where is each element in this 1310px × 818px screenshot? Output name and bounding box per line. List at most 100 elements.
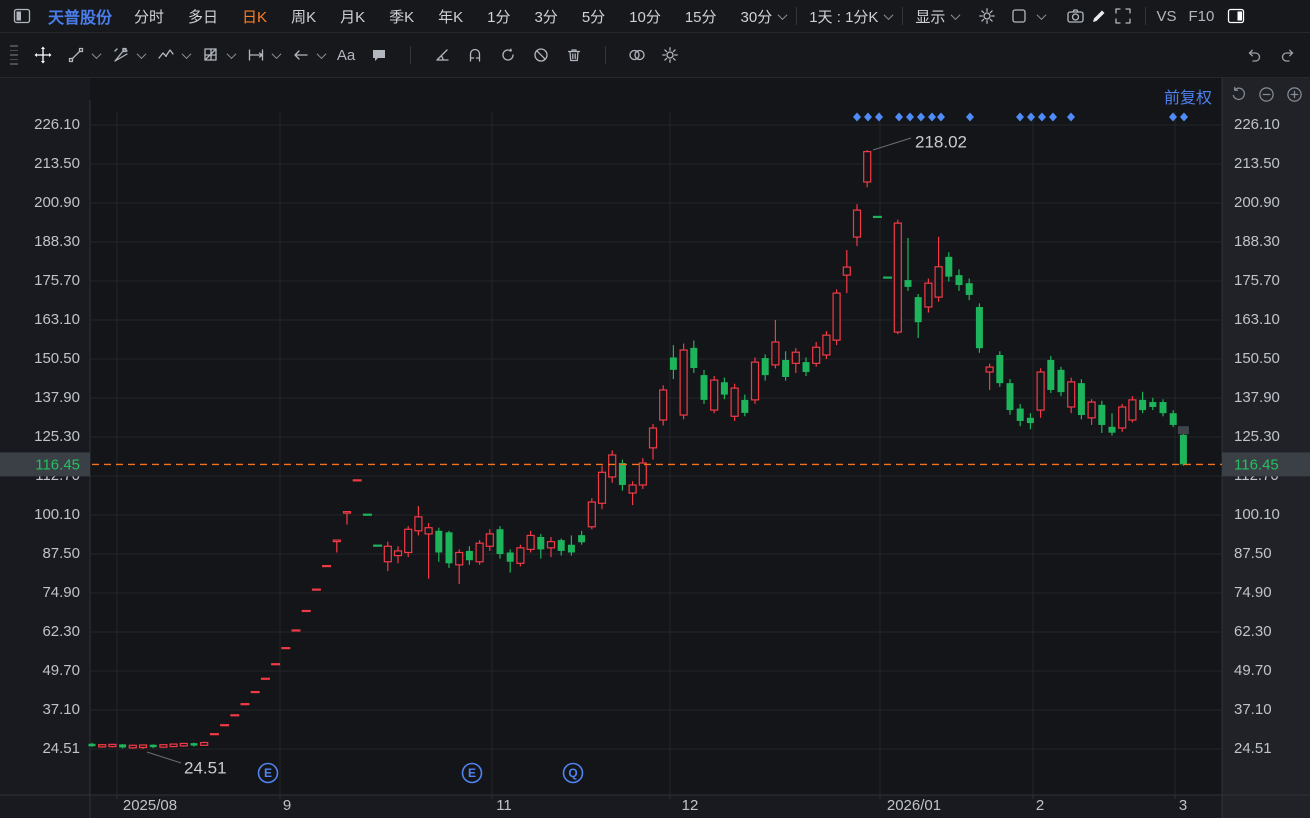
svg-text:163.10: 163.10 xyxy=(34,311,80,328)
measure-tool[interactable] xyxy=(244,43,282,67)
svg-text:E: E xyxy=(264,766,272,780)
svg-text:213.50: 213.50 xyxy=(1234,155,1280,172)
divider xyxy=(605,46,606,64)
settings-gear-icon[interactable] xyxy=(975,4,999,28)
svg-text:74.90: 74.90 xyxy=(42,584,80,601)
replay-cycle-icon[interactable] xyxy=(496,43,520,67)
svg-text:24.51: 24.51 xyxy=(42,740,80,757)
pitchfork-icon xyxy=(109,43,133,67)
svg-text:100.10: 100.10 xyxy=(34,506,80,523)
tab-年K[interactable]: 年K xyxy=(438,6,463,27)
svg-text:226.10: 226.10 xyxy=(1234,116,1280,133)
magnet-tool-icon[interactable] xyxy=(463,43,487,67)
wave-tool[interactable] xyxy=(154,43,192,67)
elliott-wave-icon xyxy=(154,43,178,67)
fullscreen-expand-icon[interactable] xyxy=(1111,4,1135,28)
comment-bubble-icon[interactable] xyxy=(367,43,391,67)
zoom-out-icon[interactable] xyxy=(1256,84,1276,104)
svg-text:2025/08: 2025/08 xyxy=(123,797,177,814)
tab-季K[interactable]: 季K xyxy=(389,6,414,27)
arrow-left-icon xyxy=(289,43,313,67)
svg-text:100.10: 100.10 xyxy=(1234,506,1280,523)
tab-30分[interactable]: 30分 xyxy=(741,6,788,27)
svg-text:200.90: 200.90 xyxy=(34,194,80,211)
zoom-in-icon[interactable] xyxy=(1284,84,1304,104)
latest-candle-marker xyxy=(1177,426,1189,435)
tab-1分[interactable]: 1分 xyxy=(487,6,510,27)
period-tabs: 分时 多日 日K 周K 月K 季K 年K 1分 3分 5分 10分 15分 30分 xyxy=(134,6,788,27)
tab-3分[interactable]: 3分 xyxy=(534,6,557,27)
trend-line-icon xyxy=(64,43,88,67)
gann-box-icon xyxy=(199,43,223,67)
svg-text:2026/01: 2026/01 xyxy=(887,797,941,814)
f10-info-button[interactable]: F10 xyxy=(1188,8,1214,25)
reset-zoom-icon[interactable] xyxy=(1228,84,1248,104)
layout-square-icon xyxy=(1007,4,1031,28)
screenshot-camera-icon[interactable] xyxy=(1063,4,1087,28)
adjust-mode-toggle[interactable]: 前复权 xyxy=(1164,84,1212,108)
trend-line-tool[interactable] xyxy=(64,43,102,67)
vs-compare-button[interactable]: VS xyxy=(1156,8,1176,25)
svg-text:163.10: 163.10 xyxy=(1234,311,1280,328)
zoom-controls xyxy=(1228,84,1304,104)
hide-drawings-icon[interactable] xyxy=(529,43,553,67)
chevron-down-icon xyxy=(271,48,282,59)
chevron-down-icon xyxy=(136,48,147,59)
svg-text:125.30: 125.30 xyxy=(1234,428,1280,445)
divider xyxy=(796,7,798,25)
cursor-move-tool-icon[interactable] xyxy=(31,43,55,67)
symbol-title[interactable]: 天普股份 xyxy=(48,4,112,28)
svg-text:200.90: 200.90 xyxy=(1234,194,1280,211)
svg-text:175.70: 175.70 xyxy=(1234,272,1280,289)
redo-icon[interactable] xyxy=(1276,43,1300,67)
tab-10分[interactable]: 10分 xyxy=(629,6,661,27)
interval-selector[interactable]: 1天 : 1分K xyxy=(809,6,894,27)
gann-tool[interactable] xyxy=(199,43,237,67)
svg-text:188.30: 188.30 xyxy=(34,233,80,250)
divider xyxy=(1145,7,1147,25)
svg-text:175.70: 175.70 xyxy=(34,272,80,289)
svg-text:188.30: 188.30 xyxy=(1234,233,1280,250)
chevron-down-icon xyxy=(316,48,327,59)
tab-多日[interactable]: 多日 xyxy=(188,6,218,27)
draw-pencil-icon[interactable] xyxy=(1087,4,1111,28)
undo-icon[interactable] xyxy=(1242,43,1266,67)
svg-text:E: E xyxy=(468,766,476,780)
compare-overlay-icon[interactable] xyxy=(625,43,649,67)
arrow-tool[interactable] xyxy=(289,43,327,67)
interval-label: 1天 : 1分K xyxy=(809,8,879,26)
candlestick-chart[interactable]: E E Q 218.02 24.51 226.10 226.10 213.50 213.50 20… xyxy=(0,0,1310,818)
tab-月K[interactable]: 月K xyxy=(340,6,365,27)
panel-left-icon[interactable] xyxy=(10,4,34,28)
pitchfork-tool[interactable] xyxy=(109,43,147,67)
svg-text:226.10: 226.10 xyxy=(34,116,80,133)
svg-text:150.50: 150.50 xyxy=(34,350,80,367)
svg-text:12: 12 xyxy=(682,797,699,814)
tab-周K[interactable]: 周K xyxy=(291,6,316,27)
layout-selector[interactable] xyxy=(1007,4,1047,28)
tab-5分[interactable]: 5分 xyxy=(582,6,605,27)
svg-text:49.70: 49.70 xyxy=(1234,662,1272,679)
svg-text:49.70: 49.70 xyxy=(42,662,80,679)
svg-text:2: 2 xyxy=(1036,797,1044,814)
drag-handle-icon[interactable] xyxy=(10,45,18,65)
svg-text:213.50: 213.50 xyxy=(34,155,80,172)
panel-right-icon[interactable] xyxy=(1224,4,1248,28)
tab-15分[interactable]: 15分 xyxy=(685,6,717,27)
svg-text:24.51: 24.51 xyxy=(1234,740,1272,757)
toolbar-settings-gear-icon[interactable] xyxy=(658,43,682,67)
display-menu[interactable]: 显示 xyxy=(915,6,961,27)
top-toolbar: 天普股份 分时 多日 日K 周K 月K 季K 年K 1分 3分 5分 10分 15分 30分 1天 : … xyxy=(0,0,1310,33)
chevron-down-icon xyxy=(226,48,237,59)
svg-text:137.90: 137.90 xyxy=(1234,389,1280,406)
tab-分时[interactable]: 分时 xyxy=(134,6,164,27)
svg-text:11: 11 xyxy=(496,797,512,814)
chevron-down-icon xyxy=(950,9,961,20)
svg-text:150.50: 150.50 xyxy=(1234,350,1280,367)
delete-trash-icon[interactable] xyxy=(562,43,586,67)
angle-tool-icon[interactable] xyxy=(430,43,454,67)
text-tool-icon[interactable]: Aa xyxy=(334,43,358,67)
chevron-down-icon xyxy=(883,9,894,20)
tab-日K[interactable]: 日K xyxy=(242,6,267,27)
drawing-toolbar: Aa xyxy=(0,33,1310,78)
